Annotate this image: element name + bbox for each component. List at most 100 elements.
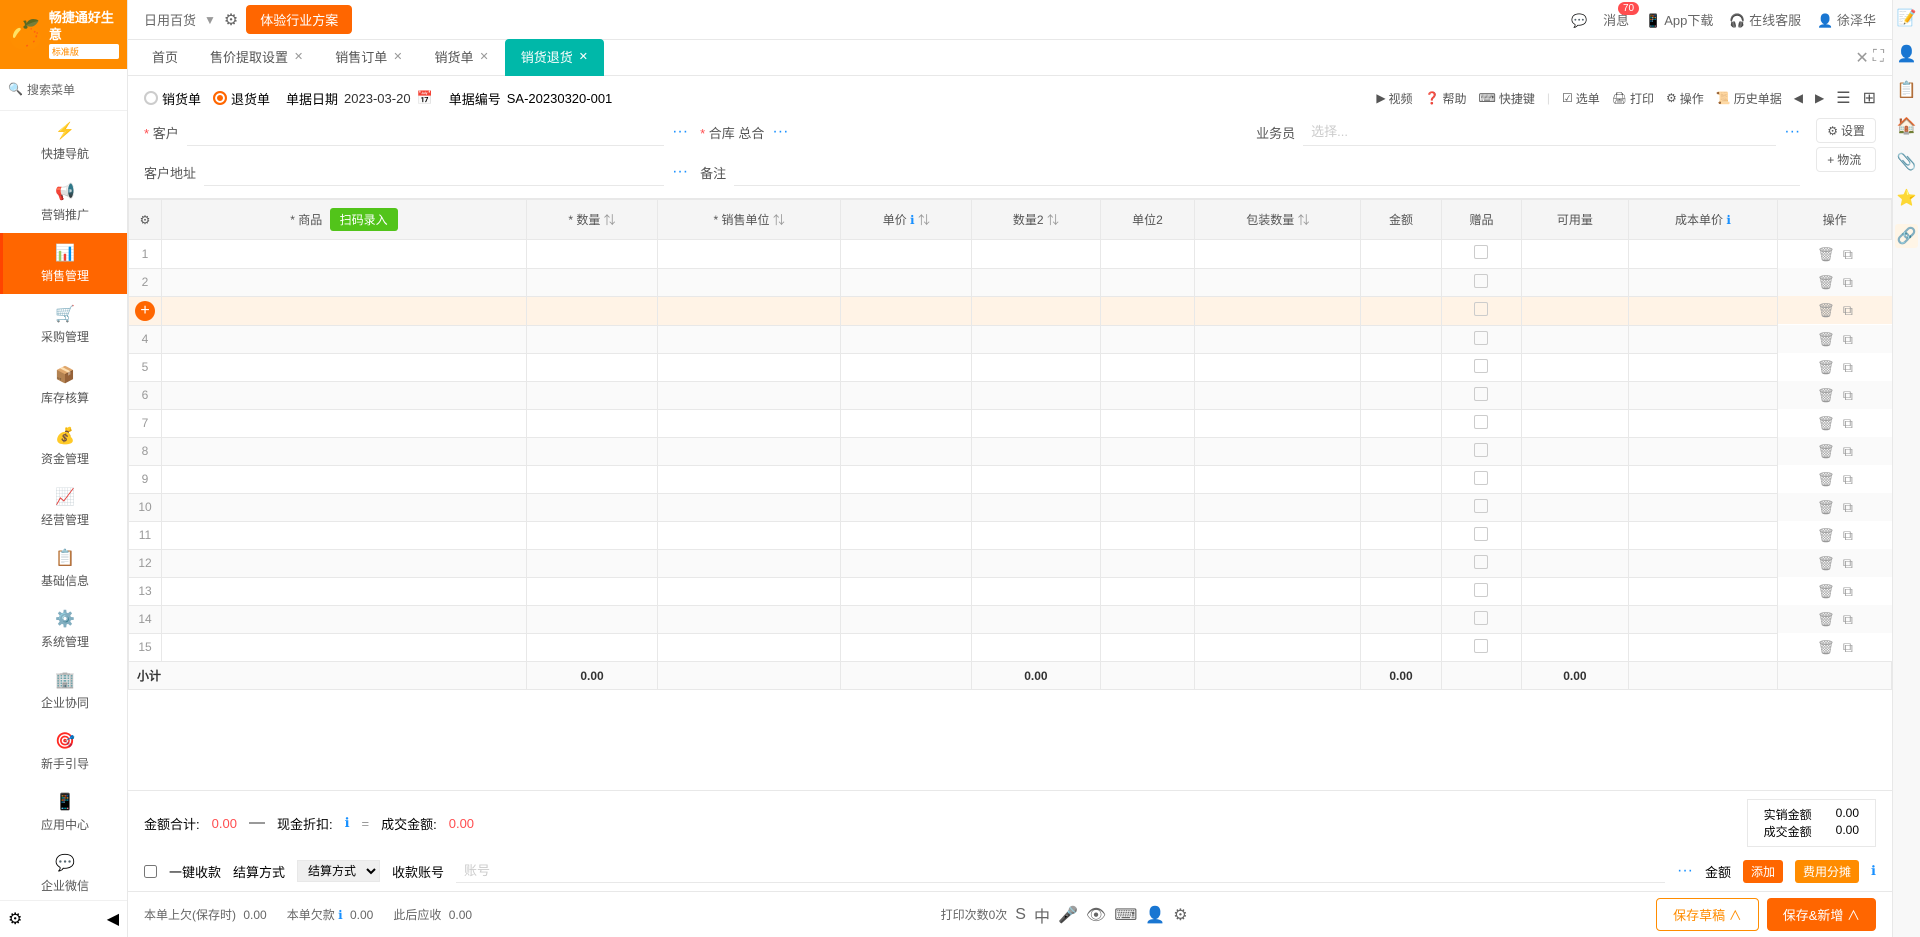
gift-checkbox-9[interactable] [1474, 471, 1488, 485]
prev-icon[interactable]: ◀ [1794, 91, 1803, 105]
delete-row-btn-13[interactable]: 🗑 [1815, 581, 1837, 602]
next-icon[interactable]: ▶ [1815, 91, 1824, 105]
sort-qty2-icon[interactable]: ⇅ [1047, 213, 1059, 227]
gift-checkbox-15[interactable] [1474, 639, 1488, 653]
close-tab-icon[interactable]: ✕ [1855, 48, 1868, 68]
gift-checkbox-12[interactable] [1474, 555, 1488, 569]
history-btn[interactable]: 📜 历史单据 [1716, 90, 1782, 107]
fee-split-info-icon[interactable]: ℹ [1871, 863, 1876, 879]
copy-row-btn-3[interactable]: ⧉ [1841, 300, 1855, 321]
sidebar-item-finance[interactable]: 💰 资金管理 [0, 416, 127, 477]
settings-side-btn[interactable]: ⚙ 设置 [1816, 118, 1876, 143]
gift-checkbox-3[interactable] [1474, 302, 1488, 316]
copy-row-btn-6[interactable]: ⧉ [1841, 385, 1855, 406]
delete-row-btn-6[interactable]: 🗑 [1815, 385, 1837, 406]
staff-lookup-icon[interactable]: ··· [1784, 123, 1800, 141]
col-settings[interactable]: ⚙ [129, 200, 162, 240]
operate-btn[interactable]: ⚙ 操作 [1666, 90, 1704, 107]
right-panel-icon-3[interactable]: 🏠 [1897, 116, 1917, 136]
gift-checkbox-2[interactable] [1474, 274, 1488, 288]
gift-checkbox-8[interactable] [1474, 443, 1488, 457]
delete-row-btn-5[interactable]: 🗑 [1815, 357, 1837, 378]
copy-row-btn-1[interactable]: ⧉ [1841, 244, 1855, 265]
product-input-3[interactable] [168, 304, 520, 318]
copy-row-btn-10[interactable]: ⧉ [1841, 497, 1855, 518]
sidebar-item-basic-info[interactable]: 📋 基础信息 [0, 538, 127, 599]
copy-row-btn-5[interactable]: ⧉ [1841, 357, 1855, 378]
remark-input[interactable] [734, 158, 1800, 186]
right-panel-icon-0[interactable]: 📝 [1897, 8, 1917, 28]
tab-close-sales-delivery[interactable]: ✕ [480, 50, 489, 63]
delete-row-btn-8[interactable]: 🗑 [1815, 441, 1837, 462]
copy-row-btn-15[interactable]: ⧉ [1841, 637, 1855, 658]
sidebar-item-guide[interactable]: 🎯 新手引导 [0, 721, 127, 782]
online-service[interactable]: 🎧 在线客服 [1729, 10, 1801, 29]
one-click-payment-checkbox[interactable] [144, 865, 157, 878]
delete-row-btn-15[interactable]: 🗑 [1815, 637, 1837, 658]
collapse-icon[interactable]: ◀ [107, 909, 119, 929]
tab-close-sales-order[interactable]: ✕ [393, 50, 402, 63]
account-input[interactable] [456, 859, 1665, 883]
right-panel-icon-1[interactable]: 👤 [1897, 44, 1917, 64]
maximize-icon[interactable]: ⛶ [1873, 48, 1884, 68]
user-avatar[interactable]: 👤 徐泽华 [1817, 10, 1876, 29]
tab-sales-return[interactable]: 销货退货 ✕ [505, 39, 604, 76]
delete-row-btn-4[interactable]: 🗑 [1815, 329, 1837, 350]
account-lookup-icon[interactable]: ··· [1677, 862, 1693, 880]
sort-price-icon[interactable]: ⇅ [918, 213, 930, 227]
sidebar-item-enterprise[interactable]: 🏢 企业协同 [0, 660, 127, 721]
cash-discount-info[interactable]: ℹ [345, 815, 350, 831]
grid-view-icon[interactable]: ⊞ [1863, 88, 1876, 108]
sidebar-item-quick-nav[interactable]: ⚡ 快捷导航 [0, 111, 127, 172]
settings-bottom-icon[interactable]: ⚙ [8, 909, 22, 929]
gift-checkbox-4[interactable] [1474, 331, 1488, 345]
gift-checkbox-13[interactable] [1474, 583, 1488, 597]
delete-row-btn-1[interactable]: 🗑 [1815, 244, 1837, 265]
delete-row-btn-7[interactable]: 🗑 [1815, 413, 1837, 434]
sort-qty-icon[interactable]: ⇅ [604, 213, 616, 227]
save-new-button[interactable]: 保存&新增 ∧ [1767, 898, 1876, 931]
gift-checkbox-5[interactable] [1474, 359, 1488, 373]
list-view-icon[interactable]: ☰ [1836, 88, 1850, 108]
delete-row-btn-2[interactable]: 🗑 [1815, 272, 1837, 293]
delete-row-btn-12[interactable]: 🗑 [1815, 553, 1837, 574]
date-value[interactable]: 2023-03-20 [344, 91, 411, 106]
select-btn[interactable]: ☑ 选单 [1562, 90, 1600, 107]
staff-input[interactable] [1303, 118, 1776, 146]
copy-row-btn-8[interactable]: ⧉ [1841, 441, 1855, 462]
sidebar-item-purchase[interactable]: 🛒 采购管理 [0, 294, 127, 355]
sort-unit-icon[interactable]: ⇅ [773, 213, 785, 227]
gift-checkbox-1[interactable] [1474, 245, 1488, 259]
gift-checkbox-11[interactable] [1474, 527, 1488, 541]
right-panel-icon-2[interactable]: 📋 [1897, 80, 1917, 100]
trial-button[interactable]: 体验行业方案 [246, 5, 352, 34]
delete-row-btn-10[interactable]: 🗑 [1815, 497, 1837, 518]
search-menu[interactable]: 🔍 搜索菜单 [8, 77, 119, 102]
video-btn[interactable]: ▶ 视频 [1376, 90, 1412, 107]
warehouse-lookup-icon[interactable]: ··· [772, 123, 788, 141]
copy-row-btn-12[interactable]: ⧉ [1841, 553, 1855, 574]
print-btn[interactable]: 🖨 打印 [1612, 90, 1654, 107]
gift-checkbox-7[interactable] [1474, 415, 1488, 429]
cost-info-icon[interactable]: ℹ [1726, 213, 1731, 227]
header-dropdown-icon[interactable]: ▼ [204, 13, 216, 27]
copy-row-btn-14[interactable]: ⧉ [1841, 609, 1855, 630]
copy-row-btn-13[interactable]: ⧉ [1841, 581, 1855, 602]
right-panel-icon-5[interactable]: ⭐ [1897, 188, 1917, 208]
notification-area[interactable]: 💬 70 消息 [1571, 10, 1629, 29]
tab-price-setting[interactable]: 售价提取设置 ✕ [194, 39, 319, 76]
tab-close-sales-return[interactable]: ✕ [579, 50, 588, 63]
fee-split-button[interactable]: 费用分摊 [1795, 860, 1859, 883]
settings-footer-icon[interactable]: ⚙ [1173, 905, 1187, 925]
tab-sales-order[interactable]: 销售订单 ✕ [319, 39, 418, 76]
sidebar-item-operations[interactable]: 📈 经营管理 [0, 477, 127, 538]
right-panel-icon-4[interactable]: 📎 [1897, 152, 1917, 172]
gift-checkbox-14[interactable] [1474, 611, 1488, 625]
calendar-icon[interactable]: 📅 [417, 90, 433, 106]
customer-lookup-icon[interactable]: ··· [672, 123, 688, 141]
copy-row-btn-2[interactable]: ⧉ [1841, 272, 1855, 293]
add-row-button[interactable]: + [135, 301, 155, 321]
right-panel-icon-active[interactable]: 🔗 [1895, 224, 1919, 248]
sidebar-item-wechat[interactable]: 💬 企业微信 [0, 843, 127, 900]
copy-row-btn-4[interactable]: ⧉ [1841, 329, 1855, 350]
